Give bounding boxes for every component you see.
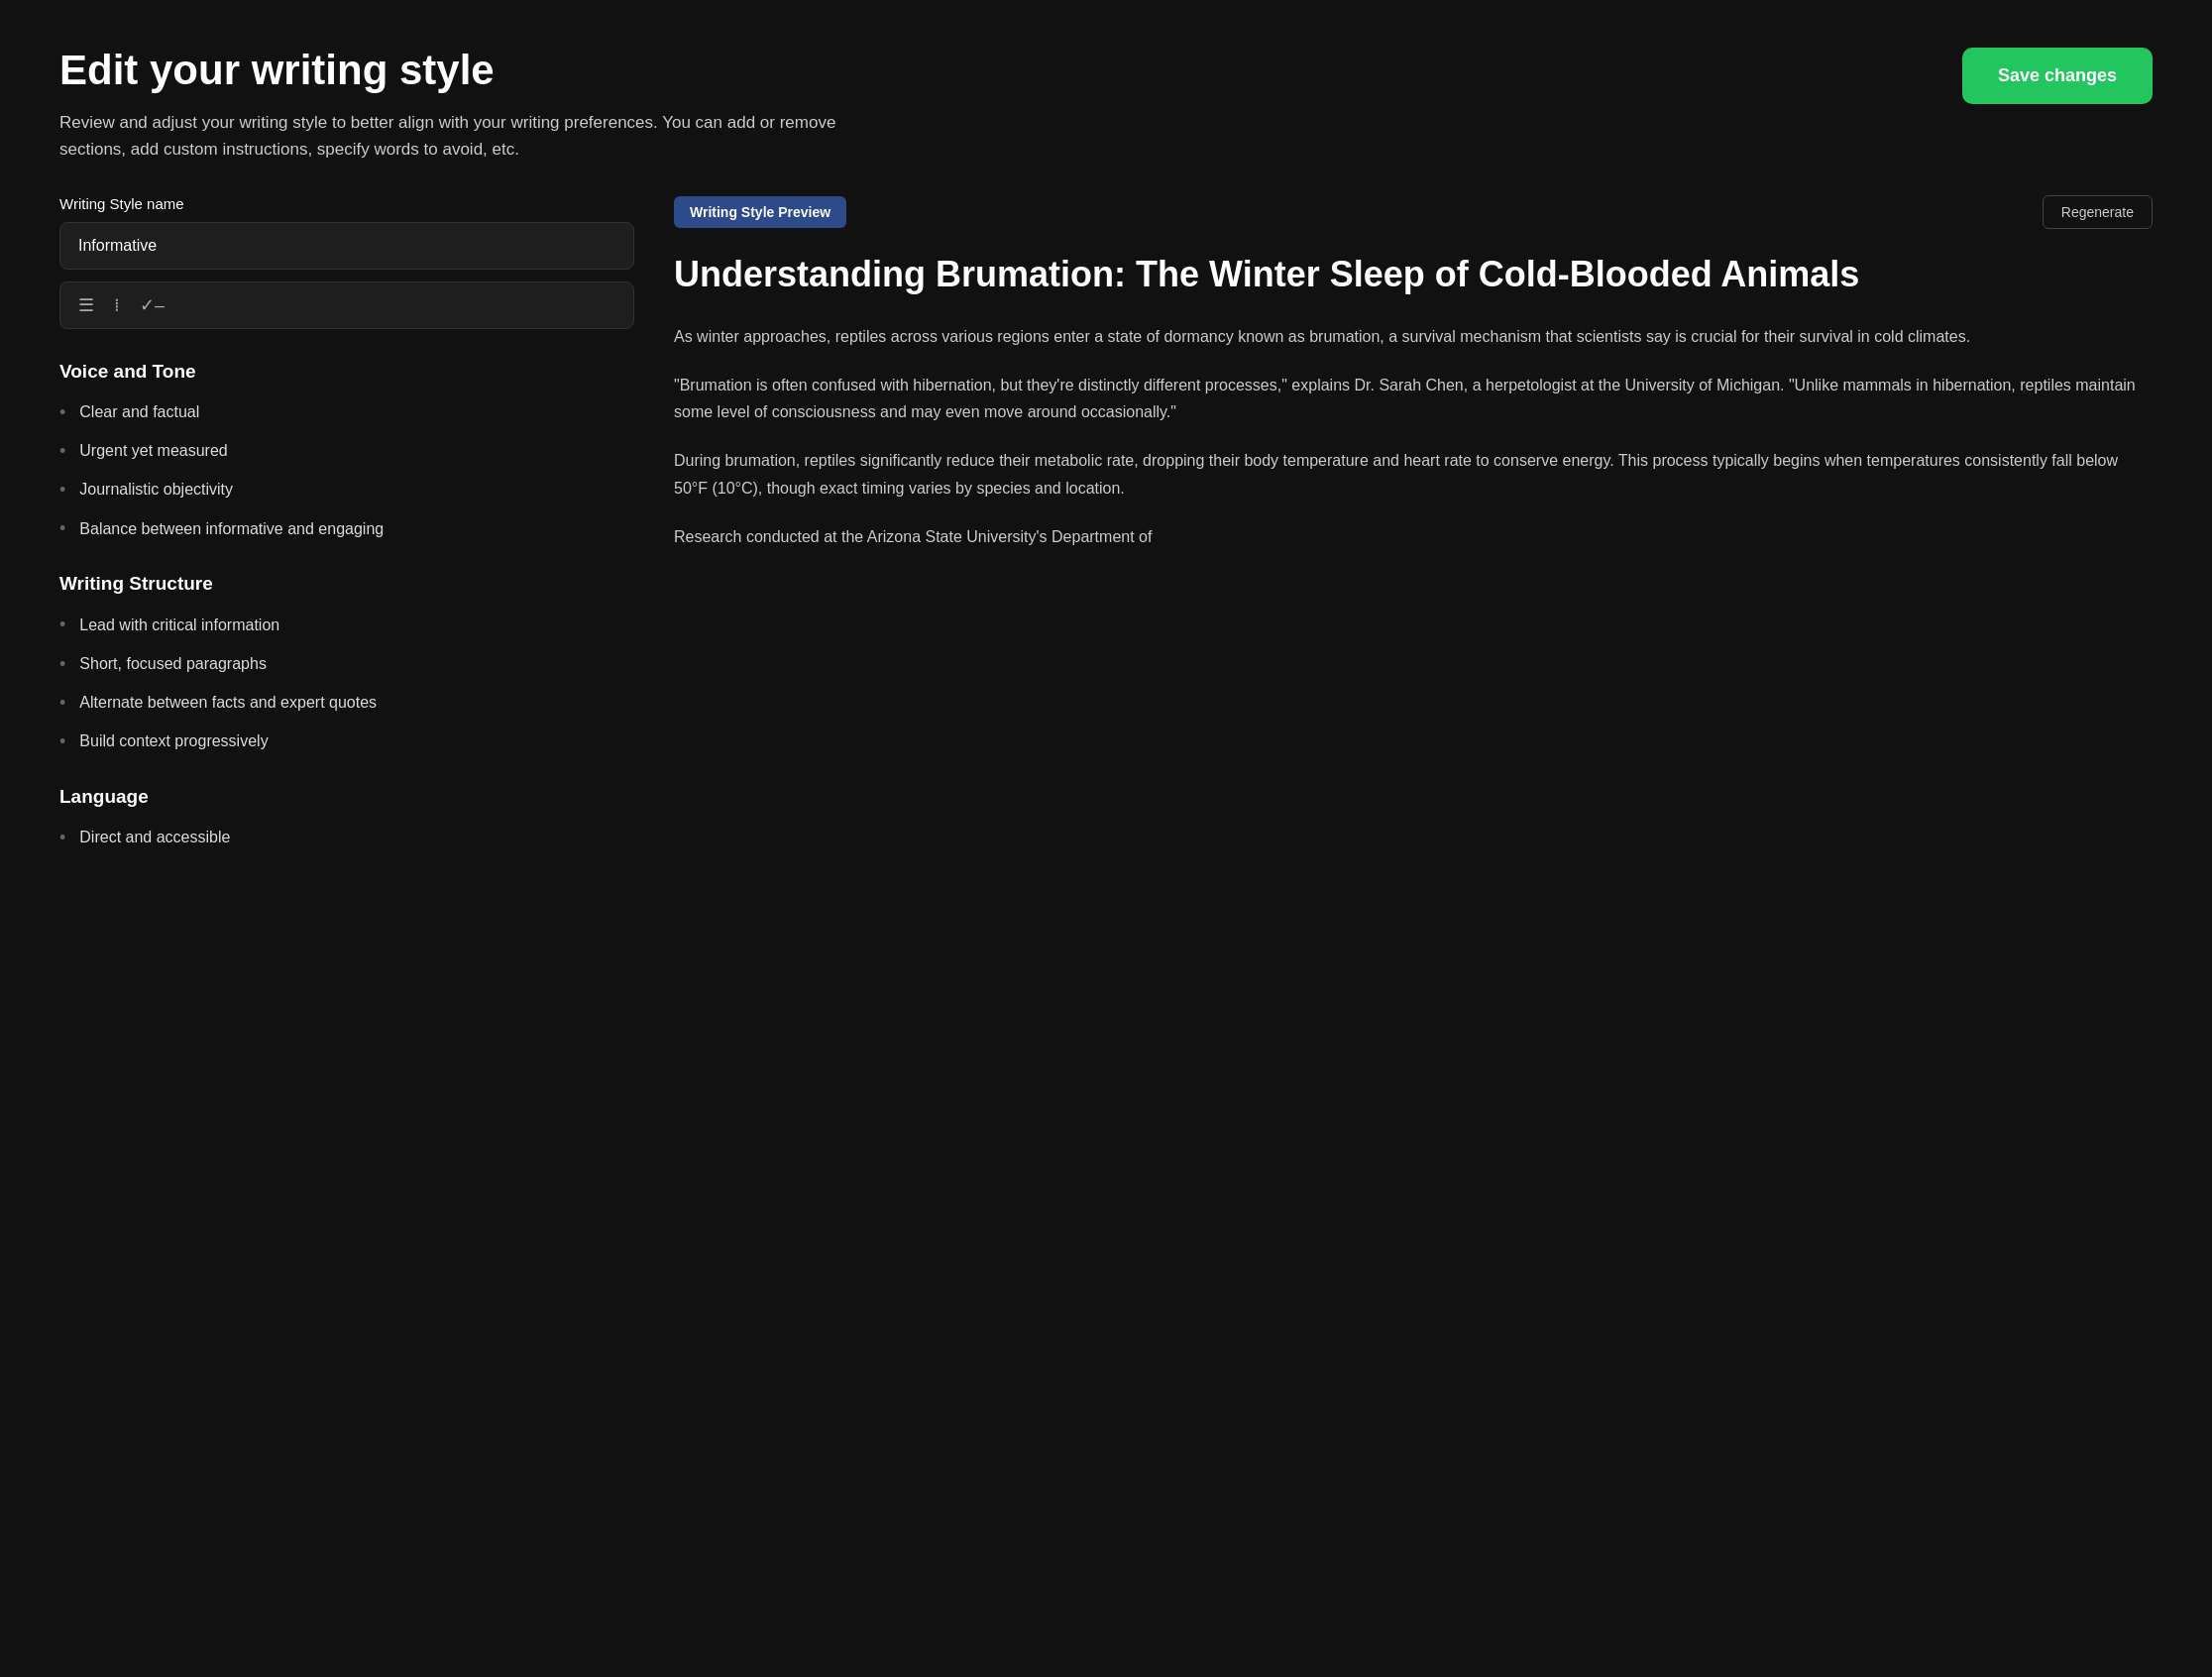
unordered-list-icon[interactable]: ☰ xyxy=(78,294,94,316)
section-list-writing-structure: Lead with critical information Short, foc… xyxy=(59,613,634,754)
regenerate-button[interactable]: Regenerate xyxy=(2043,195,2153,229)
preview-paragraph: As winter approaches, reptiles across va… xyxy=(674,323,2153,350)
preview-paragraph: During brumation, reptiles significantly… xyxy=(674,447,2153,501)
left-panel: Writing Style name ☰ ⁞ ✓– Voice and Tone… xyxy=(59,195,634,883)
list-item: Balance between informative and engaging xyxy=(59,516,634,541)
section-title-language: Language xyxy=(59,786,634,808)
header-left: Edit your writing style Review and adjus… xyxy=(59,48,951,164)
section-language: Language Direct and accessible xyxy=(59,786,634,850)
preview-body: As winter approaches, reptiles across va… xyxy=(674,323,2153,550)
main-content: Writing Style name ☰ ⁞ ✓– Voice and Tone… xyxy=(59,195,2153,883)
list-item: Lead with critical information xyxy=(59,613,634,637)
list-item: Build context progressively xyxy=(59,729,634,754)
list-item: Direct and accessible xyxy=(59,826,634,850)
preview-header: Writing Style Preview Regenerate xyxy=(674,195,2153,229)
preview-paragraph: "Brumation is often confused with hibern… xyxy=(674,372,2153,425)
sections-container: Voice and Tone Clear and factual Urgent ye… xyxy=(59,361,634,851)
save-button[interactable]: Save changes xyxy=(1962,48,2153,104)
section-title-voice-and-tone: Voice and Tone xyxy=(59,361,634,383)
list-item: Journalistic objectivity xyxy=(59,478,634,503)
page-title: Edit your writing style xyxy=(59,48,951,93)
preview-paragraph: Research conducted at the Arizona State … xyxy=(674,523,2153,550)
writing-style-name-label: Writing Style name xyxy=(59,195,634,212)
ordered-list-icon[interactable]: ⁞ xyxy=(114,294,120,316)
preview-badge: Writing Style Preview xyxy=(674,196,846,228)
page-description: Review and adjust your writing style to … xyxy=(59,109,852,163)
toolbar: ☰ ⁞ ✓– xyxy=(59,281,634,329)
right-panel: Writing Style Preview Regenerate Underst… xyxy=(674,195,2153,883)
section-writing-structure: Writing Structure Lead with critical info… xyxy=(59,573,634,754)
section-list-language: Direct and accessible xyxy=(59,826,634,850)
list-item: Alternate between facts and expert quote… xyxy=(59,691,634,716)
page-header: Edit your writing style Review and adjus… xyxy=(59,48,2153,164)
section-title-writing-structure: Writing Structure xyxy=(59,573,634,595)
section-voice-and-tone: Voice and Tone Clear and factual Urgent ye… xyxy=(59,361,634,542)
writing-style-name-input[interactable] xyxy=(59,222,634,270)
preview-title: Understanding Brumation: The Winter Slee… xyxy=(674,253,2153,295)
list-item: Urgent yet measured xyxy=(59,439,634,464)
list-item: Clear and factual xyxy=(59,400,634,425)
section-list-voice-and-tone: Clear and factual Urgent yet measured Jour… xyxy=(59,400,634,542)
list-item: Short, focused paragraphs xyxy=(59,652,634,677)
checklist-icon[interactable]: ✓– xyxy=(140,294,165,316)
